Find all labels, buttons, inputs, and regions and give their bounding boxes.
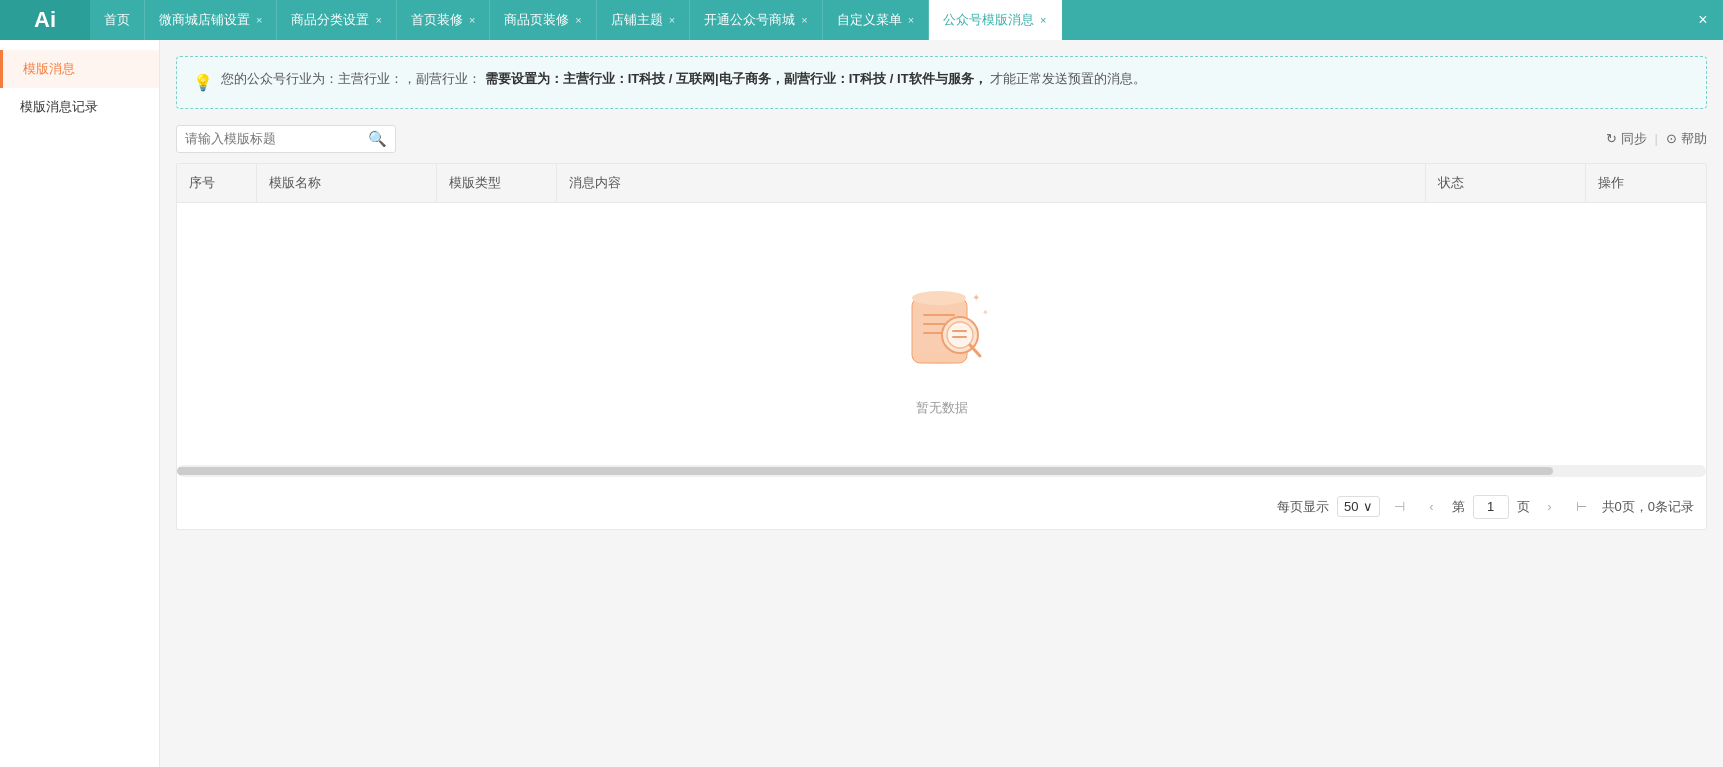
notice-text: 您的公众号行业为：主营行业：，副营行业： 需要设置为：主营行业：IT科技 / 互… bbox=[221, 69, 1146, 90]
notice-banner: 💡 您的公众号行业为：主营行业：，副营行业： 需要设置为：主营行业：IT科技 /… bbox=[176, 56, 1707, 109]
table-col-index: 序号 bbox=[177, 164, 257, 202]
nav-tab-product-page-decor[interactable]: 商品页装修 × bbox=[490, 0, 596, 40]
empty-text: 暂无数据 bbox=[916, 399, 968, 417]
next-page-button[interactable]: › bbox=[1538, 495, 1562, 519]
sidebar-item-template-msg[interactable]: 模版消息 bbox=[0, 50, 159, 88]
table-col-name: 模版名称 bbox=[257, 164, 437, 202]
nav-tab-close-wshop-settings[interactable]: × bbox=[256, 14, 262, 26]
nav-tab-label: 自定义菜单 bbox=[837, 11, 902, 29]
close-all-button[interactable]: × bbox=[1683, 11, 1723, 29]
help-icon: ⊙ bbox=[1666, 131, 1677, 146]
current-page-input[interactable] bbox=[1473, 495, 1509, 519]
table-col-type: 模版类型 bbox=[437, 164, 557, 202]
toolbar: 🔍 ↻ 同步 | ⊙ 帮助 bbox=[176, 125, 1707, 153]
notice-highlight: 需要设置为：主营行业：IT科技 / 互联网|电子商务，副营行业：IT科技 / I… bbox=[485, 71, 987, 86]
table-col-content: 消息内容 bbox=[557, 164, 1426, 202]
search-box: 🔍 bbox=[176, 125, 396, 153]
nav-tab-wshop-settings[interactable]: 微商城店铺设置 × bbox=[145, 0, 277, 40]
nav-tab-close-open-mall[interactable]: × bbox=[801, 14, 807, 26]
empty-illustration: ✦ ✦ bbox=[882, 263, 1002, 383]
sidebar-item-template-msg-log[interactable]: 模版消息记录 bbox=[0, 88, 159, 126]
toolbar-right: ↻ 同步 | ⊙ 帮助 bbox=[1606, 130, 1707, 148]
nav-tab-template-msg[interactable]: 公众号模版消息 × bbox=[929, 0, 1061, 40]
logo-text: Ai bbox=[34, 7, 56, 33]
notice-icon: 💡 bbox=[193, 70, 213, 96]
sync-icon: ↻ bbox=[1606, 131, 1617, 146]
nav-tab-home-decor[interactable]: 首页装修 × bbox=[397, 0, 490, 40]
table-header: 序号模版名称模版类型消息内容状态操作 bbox=[177, 164, 1706, 203]
table-col-status: 状态 bbox=[1426, 164, 1586, 202]
page-prefix: 第 bbox=[1452, 498, 1465, 516]
help-label: 帮助 bbox=[1681, 130, 1707, 148]
sync-label: 同步 bbox=[1621, 130, 1647, 148]
logo: Ai bbox=[0, 0, 90, 40]
nav-tab-open-mall[interactable]: 开通公众号商城 × bbox=[690, 0, 822, 40]
main-layout: 模版消息模版消息记录 💡 您的公众号行业为：主营行业：，副营行业： 需要设置为：… bbox=[0, 40, 1723, 767]
nav-tab-close-template-msg[interactable]: × bbox=[1040, 14, 1046, 26]
nav-tab-product-category[interactable]: 商品分类设置 × bbox=[277, 0, 396, 40]
nav-tab-label: 首页 bbox=[104, 11, 130, 29]
page-unit: 页 bbox=[1517, 498, 1530, 516]
total-label: 共0页，0条记录 bbox=[1602, 498, 1694, 516]
prev-page-button[interactable]: ‹ bbox=[1420, 495, 1444, 519]
nav-tab-custom-menu[interactable]: 自定义菜单 × bbox=[823, 0, 929, 40]
scroll-thumb bbox=[177, 467, 1553, 475]
nav-tab-label: 商品页装修 bbox=[504, 11, 569, 29]
content-area: 💡 您的公众号行业为：主营行业：，副营行业： 需要设置为：主营行业：IT科技 /… bbox=[160, 40, 1723, 767]
search-input[interactable] bbox=[185, 131, 362, 146]
notice-prefix: 您的公众号行业为：主营行业：，副营行业： bbox=[221, 71, 481, 86]
pagination: 每页显示 50 ∨ ⊣ ‹ 第 页 › ⊢ 共0页，0条记录 bbox=[177, 485, 1706, 529]
nav-tab-close-product-page-decor[interactable]: × bbox=[575, 14, 581, 26]
svg-point-3 bbox=[912, 291, 966, 305]
empty-state: ✦ ✦ 暂无数据 bbox=[177, 203, 1706, 457]
nav-tab-label: 开通公众号商城 bbox=[704, 11, 795, 29]
nav-tab-close-home-decor[interactable]: × bbox=[469, 14, 475, 26]
top-nav: Ai 首页微商城店铺设置×商品分类设置×首页装修×商品页装修×店铺主题×开通公众… bbox=[0, 0, 1723, 40]
help-button[interactable]: ⊙ 帮助 bbox=[1666, 130, 1707, 148]
nav-tabs: 首页微商城店铺设置×商品分类设置×首页装修×商品页装修×店铺主题×开通公众号商城… bbox=[90, 0, 1683, 40]
nav-tab-close-custom-menu[interactable]: × bbox=[908, 14, 914, 26]
sidebar: 模版消息模版消息记录 bbox=[0, 40, 160, 767]
last-page-button[interactable]: ⊢ bbox=[1570, 495, 1594, 519]
sync-button[interactable]: ↻ 同步 bbox=[1606, 130, 1647, 148]
page-size-select[interactable]: 50 ∨ bbox=[1337, 496, 1379, 517]
nav-tab-store-theme[interactable]: 店铺主题 × bbox=[597, 0, 690, 40]
toolbar-divider: | bbox=[1655, 131, 1658, 146]
nav-tab-label: 公众号模版消息 bbox=[943, 11, 1034, 29]
horizontal-scrollbar[interactable] bbox=[177, 465, 1706, 477]
nav-tab-label: 店铺主题 bbox=[611, 11, 663, 29]
page-size-value: 50 bbox=[1344, 499, 1358, 514]
svg-text:✦: ✦ bbox=[982, 308, 989, 317]
chevron-down-icon: ∨ bbox=[1363, 499, 1373, 514]
nav-tab-label: 首页装修 bbox=[411, 11, 463, 29]
table: 序号模版名称模版类型消息内容状态操作 bbox=[176, 163, 1707, 530]
nav-tab-close-product-category[interactable]: × bbox=[375, 14, 381, 26]
nav-tab-home[interactable]: 首页 bbox=[90, 0, 145, 40]
page-size-label: 每页显示 bbox=[1277, 498, 1329, 516]
table-col-action: 操作 bbox=[1586, 164, 1706, 202]
svg-text:✦: ✦ bbox=[972, 292, 980, 303]
first-page-button[interactable]: ⊣ bbox=[1388, 495, 1412, 519]
nav-tab-label: 商品分类设置 bbox=[291, 11, 369, 29]
nav-tab-close-store-theme[interactable]: × bbox=[669, 14, 675, 26]
search-icon[interactable]: 🔍 bbox=[368, 130, 387, 148]
notice-suffix: 才能正常发送预置的消息。 bbox=[990, 71, 1146, 86]
nav-tab-label: 微商城店铺设置 bbox=[159, 11, 250, 29]
